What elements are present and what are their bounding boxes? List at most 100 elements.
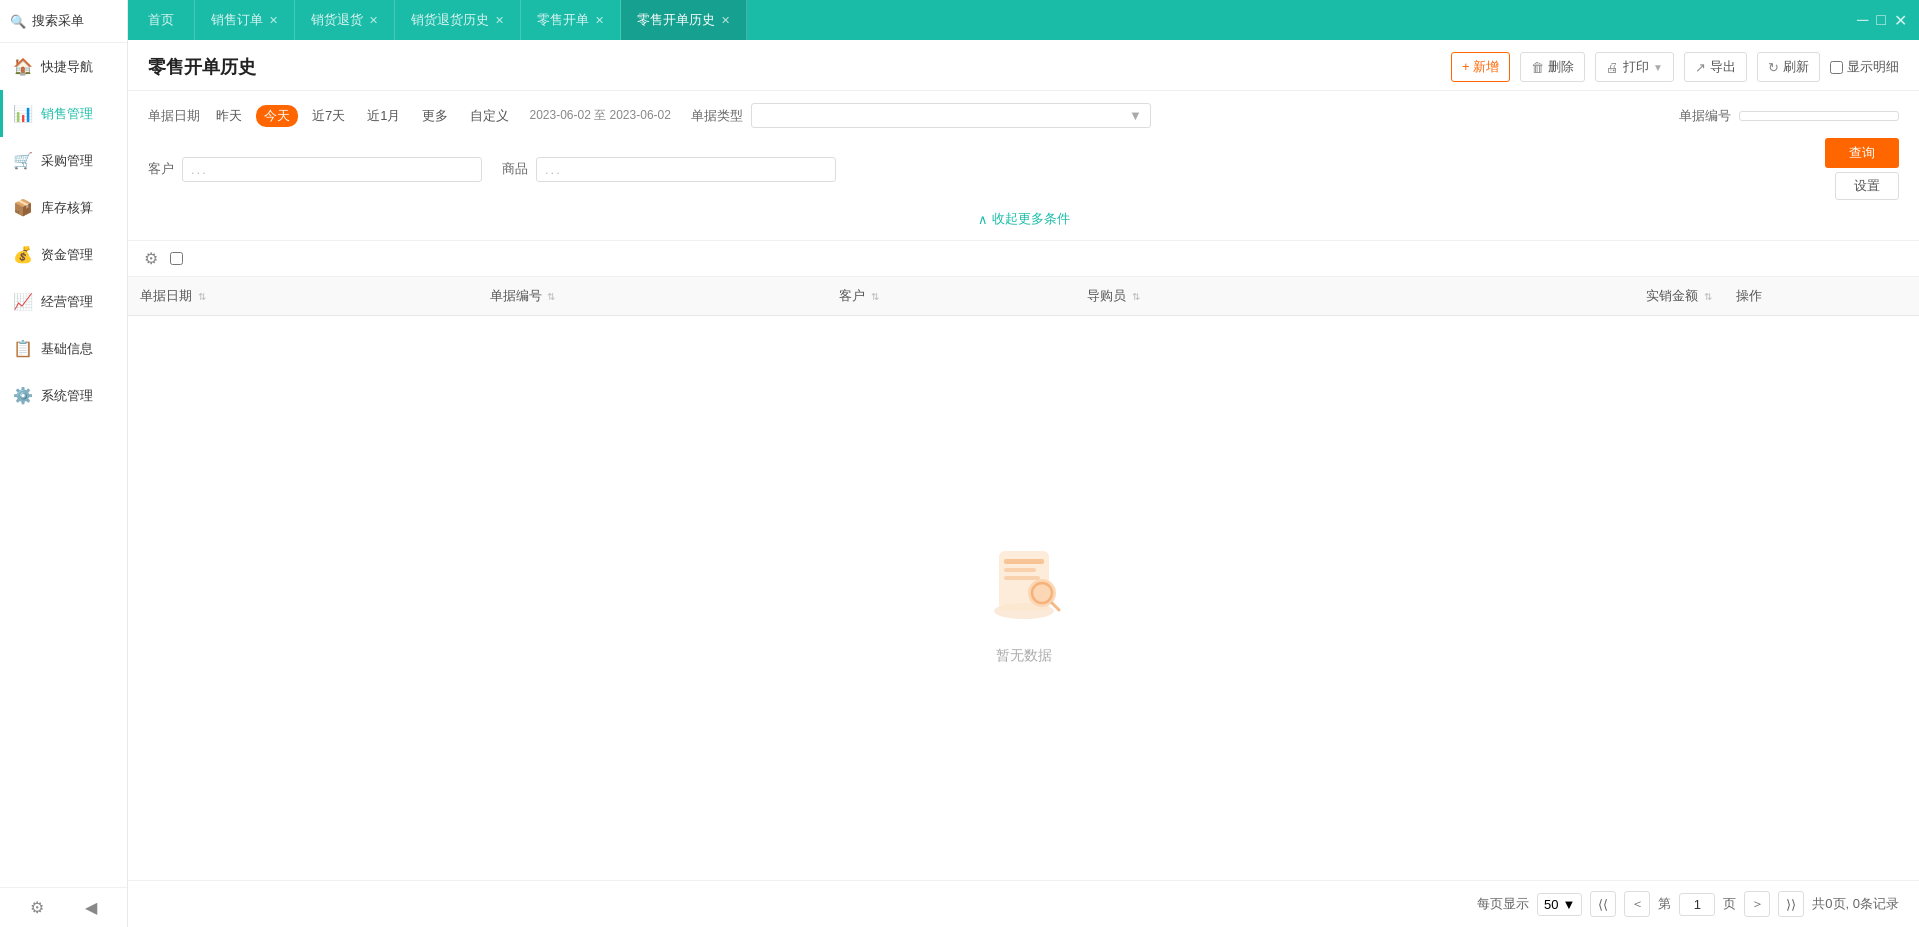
tab-retail-history-label: 零售开单历史 <box>637 11 715 29</box>
date-opt-7days[interactable]: 近7天 <box>304 105 353 127</box>
select-all-checkbox[interactable] <box>170 252 183 265</box>
col-date-sort-icon[interactable]: ⇅ <box>198 291 206 302</box>
print-icon: 🖨 <box>1606 60 1619 75</box>
date-opt-yesterday[interactable]: 昨天 <box>208 105 250 127</box>
svg-rect-3 <box>1004 568 1036 572</box>
tab-sales-order-close[interactable]: ✕ <box>269 14 278 27</box>
settings-footer-btn[interactable]: ⚙ <box>30 898 44 917</box>
collapse-up-icon: ∧ <box>978 212 988 227</box>
tab-sales-return-close[interactable]: ✕ <box>369 14 378 27</box>
table-settings-icon[interactable]: ⚙ <box>144 249 158 268</box>
print-button[interactable]: 🖨 打印 ▼ <box>1595 52 1674 82</box>
sidebar-item-inventory[interactable]: 📦 库存核算 <box>0 184 127 231</box>
sidebar-item-label: 销售管理 <box>41 105 93 123</box>
date-filter-group: 单据日期 昨天 今天 近7天 近1月 更多 自定义 2023-06-02 至 2… <box>148 105 671 127</box>
tab-home-label: 首页 <box>148 11 174 29</box>
filter-area: 单据日期 昨天 今天 近7天 近1月 更多 自定义 2023-06-02 至 2… <box>128 91 1919 241</box>
tab-sales-return-history-close[interactable]: ✕ <box>495 14 504 27</box>
svg-rect-4 <box>1004 576 1040 580</box>
per-page-arrow-icon: ▼ <box>1562 897 1575 912</box>
sidebar-item-sales[interactable]: 📊 销售管理 <box>0 90 127 137</box>
window-close-btn[interactable]: ✕ <box>1894 11 1907 30</box>
data-table: 单据日期 ⇅ 单据编号 ⇅ 客户 ⇅ 导购员 ⇅ <box>128 277 1919 316</box>
first-page-btn[interactable]: ⟨⟨ <box>1590 891 1616 917</box>
customer-input[interactable]: ... <box>182 157 482 182</box>
tab-retail-order-label: 零售开单 <box>537 11 589 29</box>
show-detail-checkbox-wrapper[interactable]: 显示明细 <box>1830 58 1899 76</box>
window-min-btn[interactable]: ─ <box>1857 11 1868 29</box>
bill-type-arrow-icon: ▼ <box>1129 108 1142 123</box>
refresh-button[interactable]: ↻ 刷新 <box>1757 52 1820 82</box>
add-button[interactable]: + 新增 <box>1451 52 1510 82</box>
col-customer: 客户 ⇅ <box>827 277 1075 316</box>
sidebar-item-label: 经营管理 <box>41 293 93 311</box>
col-bill-no-sort-icon[interactable]: ⇅ <box>547 291 555 302</box>
export-icon: ↗ <box>1695 60 1706 75</box>
svg-rect-2 <box>1004 559 1044 564</box>
window-max-btn[interactable]: □ <box>1876 11 1886 29</box>
empty-state: 暂无数据 <box>128 316 1919 880</box>
col-bill-no: 单据编号 ⇅ <box>478 277 828 316</box>
sidebar-item-finance[interactable]: 💰 资金管理 <box>0 231 127 278</box>
tab-home[interactable]: 首页 <box>128 0 195 40</box>
sidebar-item-system[interactable]: ⚙️ 系统管理 <box>0 372 127 419</box>
goods-input[interactable]: ... <box>536 157 836 182</box>
tab-retail-history-close[interactable]: ✕ <box>721 14 730 27</box>
sidebar-item-label: 采购管理 <box>41 152 93 170</box>
sidebar-search[interactable]: 🔍 搜索采单 <box>0 0 127 43</box>
tab-sales-return-history[interactable]: 销货退货历史 ✕ <box>395 0 521 40</box>
empty-text: 暂无数据 <box>996 647 1052 665</box>
per-page-value: 50 <box>1544 897 1558 912</box>
tab-sales-order[interactable]: 销售订单 ✕ <box>195 0 295 40</box>
last-page-btn[interactable]: ⟩⟩ <box>1778 891 1804 917</box>
sidebar-item-operation[interactable]: 📈 经营管理 <box>0 278 127 325</box>
filter-row-2: 客户 ... 商品 ... 查询 设置 <box>148 138 1899 200</box>
query-button[interactable]: 查询 <box>1825 138 1899 168</box>
bill-type-filter-group: 单据类型 ▼ <box>691 103 1659 128</box>
date-options: 昨天 今天 近7天 近1月 更多 自定义 <box>208 105 517 127</box>
tab-sales-return[interactable]: 销货退货 ✕ <box>295 0 395 40</box>
box-icon: 📦 <box>13 198 33 217</box>
collapse-filter-btn[interactable]: ∧ 收起更多条件 <box>148 210 1899 228</box>
date-opt-more[interactable]: 更多 <box>414 105 456 127</box>
col-guide: 导购员 ⇅ <box>1075 277 1374 316</box>
sidebar-item-quick-nav[interactable]: 🏠 快捷导航 <box>0 43 127 90</box>
sidebar-footer: ⚙ ◀ <box>0 887 127 927</box>
filter-row-1: 单据日期 昨天 今天 近7天 近1月 更多 自定义 2023-06-02 至 2… <box>148 103 1899 128</box>
export-button[interactable]: ↗ 导出 <box>1684 52 1747 82</box>
sidebar-menu: 🏠 快捷导航 📊 销售管理 🛒 采购管理 📦 库存核算 💰 资金管理 📈 经营管… <box>0 43 127 887</box>
table-area: ⚙ 单据日期 ⇅ 单据编号 ⇅ 客户 ⇅ <box>128 241 1919 880</box>
page-number-input[interactable] <box>1679 893 1715 916</box>
col-amount-label: 实销金额 <box>1646 288 1698 303</box>
customer-placeholder: ... <box>191 162 208 177</box>
collapse-footer-btn[interactable]: ◀ <box>85 898 97 917</box>
next-page-btn[interactable]: ＞ <box>1744 891 1770 917</box>
delete-button[interactable]: 🗑 删除 <box>1520 52 1585 82</box>
sidebar-item-purchase[interactable]: 🛒 采购管理 <box>0 137 127 184</box>
col-customer-sort-icon[interactable]: ⇅ <box>871 291 879 302</box>
money-icon: 💰 <box>13 245 33 264</box>
bill-no-input[interactable] <box>1739 111 1899 121</box>
date-opt-custom[interactable]: 自定义 <box>462 105 517 127</box>
per-page-select[interactable]: 50 ▼ <box>1537 893 1582 916</box>
date-opt-today[interactable]: 今天 <box>256 105 298 127</box>
prev-page-btn[interactable]: ＜ <box>1624 891 1650 917</box>
col-guide-sort-icon[interactable]: ⇅ <box>1132 291 1140 302</box>
tab-retail-order-close[interactable]: ✕ <box>595 14 604 27</box>
show-detail-checkbox[interactable] <box>1830 61 1843 74</box>
page-suffix: 页 <box>1723 895 1736 913</box>
table-header-row: 单据日期 ⇅ 单据编号 ⇅ 客户 ⇅ 导购员 ⇅ <box>128 277 1919 316</box>
col-amount-sort-icon[interactable]: ⇅ <box>1704 291 1712 302</box>
date-opt-1month[interactable]: 近1月 <box>359 105 408 127</box>
page-header: 零售开单历史 + 新增 🗑 删除 🖨 打印 ▼ ↗ 导出 ↻ 刷新 显 <box>128 40 1919 91</box>
gear-icon: ⚙️ <box>13 386 33 405</box>
main-content: 首页 销售订单 ✕ 销货退货 ✕ 销货退货历史 ✕ 零售开单 ✕ 零售开单历史 … <box>128 0 1919 927</box>
col-bill-no-label: 单据编号 <box>490 288 542 303</box>
setting-button[interactable]: 设置 <box>1835 172 1899 200</box>
tab-retail-history[interactable]: 零售开单历史 ✕ <box>621 0 747 40</box>
bill-type-select[interactable]: ▼ <box>751 103 1151 128</box>
page-label: 第 <box>1658 895 1671 913</box>
sidebar-item-basic[interactable]: 📋 基础信息 <box>0 325 127 372</box>
tab-retail-order[interactable]: 零售开单 ✕ <box>521 0 621 40</box>
goods-filter-group: 商品 ... <box>502 157 836 182</box>
